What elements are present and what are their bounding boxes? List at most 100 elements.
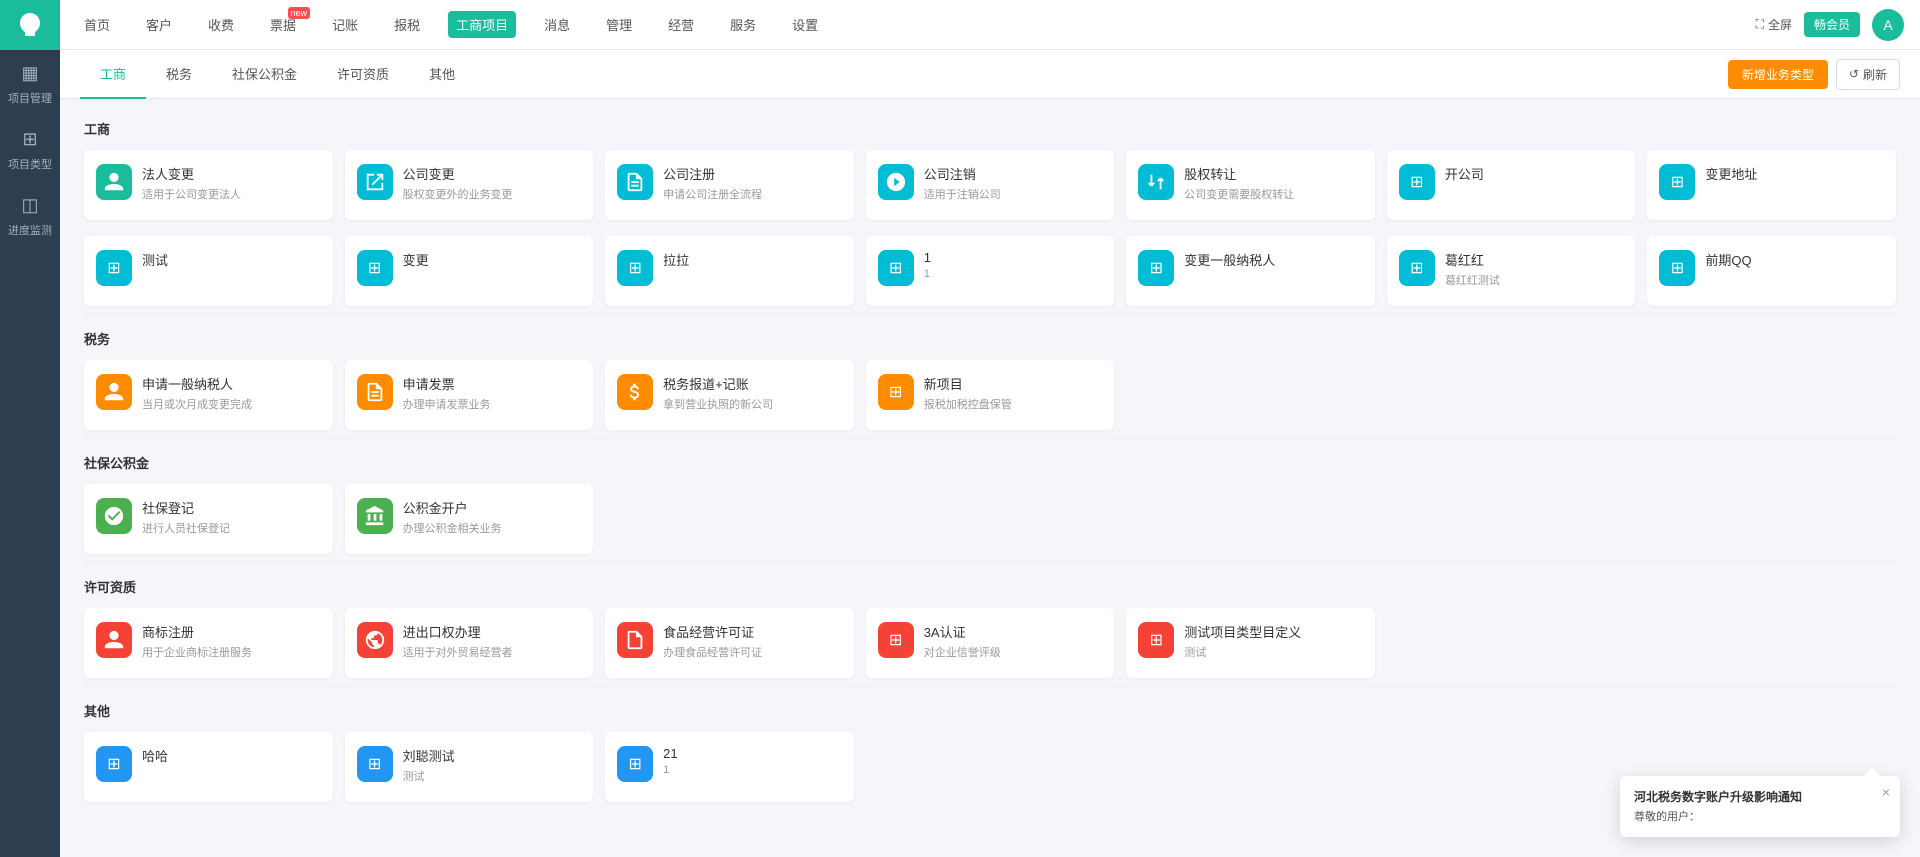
nav-operation[interactable]: 经营 — [660, 11, 702, 38]
progress-monitor-icon: ◫ — [15, 192, 45, 218]
project-mgmt-icon: ▦ — [15, 60, 45, 86]
xuke-cards: 商标注册 用于企业商标注册服务 进出口权办理 适用于对外贸易经营者 — [84, 608, 1896, 678]
card-company-cancel[interactable]: 公司注销 适用于注销公司 — [866, 150, 1115, 220]
sidebar-item-progress-monitor[interactable]: ◫ 进度监测 — [0, 182, 60, 248]
card-3a-cert[interactable]: ⊞ 3A认证 对企业信誉评级 — [866, 608, 1115, 678]
card-trademark[interactable]: 商标注册 用于企业商标注册服务 — [84, 608, 333, 678]
card-fund-account[interactable]: 公积金开户 办理公积金相关业务 — [345, 484, 594, 554]
sidebar-item-project-mgmt[interactable]: ▦ 项目管理 — [0, 50, 60, 116]
card-social-register[interactable]: 社保登记 进行人员社保登记 — [84, 484, 333, 554]
card-num21[interactable]: ⊞ 21 1 — [605, 732, 854, 802]
card-liu-test[interactable]: ⊞ 刘聪测试 测试 — [345, 732, 594, 802]
change-address-text: 变更地址 — [1705, 164, 1884, 186]
divider-1 — [84, 314, 1896, 315]
test1-icon: ⊞ — [96, 250, 132, 286]
nav-customer[interactable]: 客户 — [138, 11, 180, 38]
card-company-change[interactable]: 公司变更 股权变更外的业务变更 — [345, 150, 594, 220]
tax-report-desc: 拿到营业执照的新公司 — [663, 396, 842, 412]
sidebar-item-project-type[interactable]: ⊞ 项目类型 — [0, 116, 60, 182]
lala-icon: ⊞ — [617, 250, 653, 286]
legal-change-text: 法人变更 适用于公司变更法人 — [142, 164, 321, 202]
apply-taxpayer-desc: 当月或次月成变更完成 — [142, 396, 321, 412]
new-project-desc: 报税加税控盘保管 — [924, 396, 1103, 412]
card-test1[interactable]: ⊞ 测试 — [84, 236, 333, 306]
company-register-icon — [617, 164, 653, 200]
nav-accounting[interactable]: 记账 — [324, 11, 366, 38]
card-change-taxpayer[interactable]: ⊞ 变更一般纳税人 — [1126, 236, 1375, 306]
refresh-button[interactable]: ↺ 刷新 — [1836, 59, 1900, 90]
change1-icon: ⊞ — [357, 250, 393, 286]
card-import-export[interactable]: 进出口权办理 适用于对外贸易经营者 — [345, 608, 594, 678]
social-register-desc: 进行人员社保登记 — [142, 520, 321, 536]
add-business-type-button[interactable]: 新增业务类型 — [1728, 60, 1828, 89]
nav-message[interactable]: 消息 — [536, 11, 578, 38]
invoice-new-badge: new — [288, 7, 311, 19]
fund-account-title: 公积金开户 — [403, 498, 582, 517]
refresh-icon: ↺ — [1849, 67, 1859, 81]
card-prev-qq[interactable]: ⊞ 前期QQ — [1647, 236, 1896, 306]
section-gongshang-title: 工商 — [84, 119, 1896, 138]
3a-cert-title: 3A认证 — [924, 622, 1103, 641]
card-num1[interactable]: ⊞ 1 1 — [866, 236, 1115, 306]
nav-service[interactable]: 服务 — [722, 11, 764, 38]
content: 工商 税务 社保公积金 许可资质 其他 新增业务类型 ↺ 刷新 工商 — [60, 50, 1920, 857]
card-company-register[interactable]: 公司注册 申请公司注册全流程 — [605, 150, 854, 220]
notification-close-btn[interactable]: × — [1882, 784, 1890, 800]
fullscreen-btn[interactable]: ⛶ 全屏 — [1756, 16, 1792, 33]
tab-shebao[interactable]: 社保公积金 — [212, 50, 317, 99]
equity-transfer-icon — [1138, 164, 1174, 200]
card-test-project-type[interactable]: ⊞ 测试项目类型目定义 测试 — [1126, 608, 1375, 678]
card-ge-honghong[interactable]: ⊞ 葛红红 葛红红测试 — [1387, 236, 1636, 306]
num1-title: 1 — [924, 250, 1103, 265]
nav-invoice[interactable]: 票据 new — [262, 11, 304, 38]
card-lala[interactable]: ⊞ 拉拉 — [605, 236, 854, 306]
card-tax-report[interactable]: 税务报道+记账 拿到营业执照的新公司 — [605, 360, 854, 430]
tab-shuiwu[interactable]: 税务 — [146, 50, 212, 99]
nav-home[interactable]: 首页 — [76, 11, 118, 38]
haha-title: 哈哈 — [142, 746, 321, 765]
section-xuke-title: 许可资质 — [84, 577, 1896, 596]
card-open-company[interactable]: ⊞ 开公司 — [1387, 150, 1636, 220]
new-project-title: 新项目 — [924, 374, 1103, 393]
section-shuiwu: 税务 申请一般纳税人 当月或次月成变更完成 — [84, 329, 1896, 430]
card-apply-invoice[interactable]: 申请发票 办理申请发票业务 — [345, 360, 594, 430]
prev-qq-icon: ⊞ — [1659, 250, 1695, 286]
notification-triangle — [1864, 768, 1880, 776]
sidebar: ▦ 项目管理 ⊞ 项目类型 ◫ 进度监测 — [0, 0, 60, 857]
card-apply-taxpayer[interactable]: 申请一般纳税人 当月或次月成变更完成 — [84, 360, 333, 430]
change-taxpayer-icon: ⊞ — [1138, 250, 1174, 286]
section-shebao-title: 社保公积金 — [84, 453, 1896, 472]
nav-settings[interactable]: 设置 — [784, 11, 826, 38]
social-register-icon — [96, 498, 132, 534]
card-equity-transfer[interactable]: 股权转让 公司变更需要股权转让 — [1126, 150, 1375, 220]
card-haha[interactable]: ⊞ 哈哈 — [84, 732, 333, 802]
card-change-address[interactable]: ⊞ 变更地址 — [1647, 150, 1896, 220]
nav-collect[interactable]: 收费 — [200, 11, 242, 38]
sidebar-logo[interactable] — [0, 0, 60, 50]
tab-gongshang[interactable]: 工商 — [80, 50, 146, 99]
card-food-permit[interactable]: 食品经营许可证 办理食品经营许可证 — [605, 608, 854, 678]
card-change1[interactable]: ⊞ 变更 — [345, 236, 594, 306]
change-address-title: 变更地址 — [1705, 164, 1884, 183]
apply-invoice-title: 申请发票 — [403, 374, 582, 393]
nav-manage[interactable]: 管理 — [598, 11, 640, 38]
tab-other[interactable]: 其他 — [409, 50, 475, 99]
shuiwu-cards: 申请一般纳税人 当月或次月成变更完成 申请发票 办理申请发票业务 — [84, 360, 1896, 430]
card-new-project[interactable]: ⊞ 新项目 报税加税控盘保管 — [866, 360, 1115, 430]
member-button[interactable]: 畅会员 — [1804, 12, 1860, 37]
import-export-title: 进出口权办理 — [403, 622, 582, 641]
page-body: 工商 法人变更 适用于公司变更法人 — [60, 99, 1920, 857]
topnav-right: ⛶ 全屏 畅会员 A — [1756, 9, 1904, 41]
tab-xuke[interactable]: 许可资质 — [317, 50, 409, 99]
card-legal-change[interactable]: 法人变更 适用于公司变更法人 — [84, 150, 333, 220]
num21-title: 21 — [663, 746, 842, 761]
gongshang-cards-row2: ⊞ 测试 ⊞ 变更 ⊞ — [84, 236, 1896, 306]
nav-business[interactable]: 工商项目 — [448, 11, 516, 38]
company-cancel-desc: 适用于注销公司 — [924, 186, 1103, 202]
avatar[interactable]: A — [1872, 9, 1904, 41]
nav-tax[interactable]: 报税 — [386, 11, 428, 38]
lala-title: 拉拉 — [663, 250, 842, 269]
import-export-desc: 适用于对外贸易经营者 — [403, 644, 582, 660]
trademark-desc: 用于企业商标注册服务 — [142, 644, 321, 660]
fund-account-icon — [357, 498, 393, 534]
